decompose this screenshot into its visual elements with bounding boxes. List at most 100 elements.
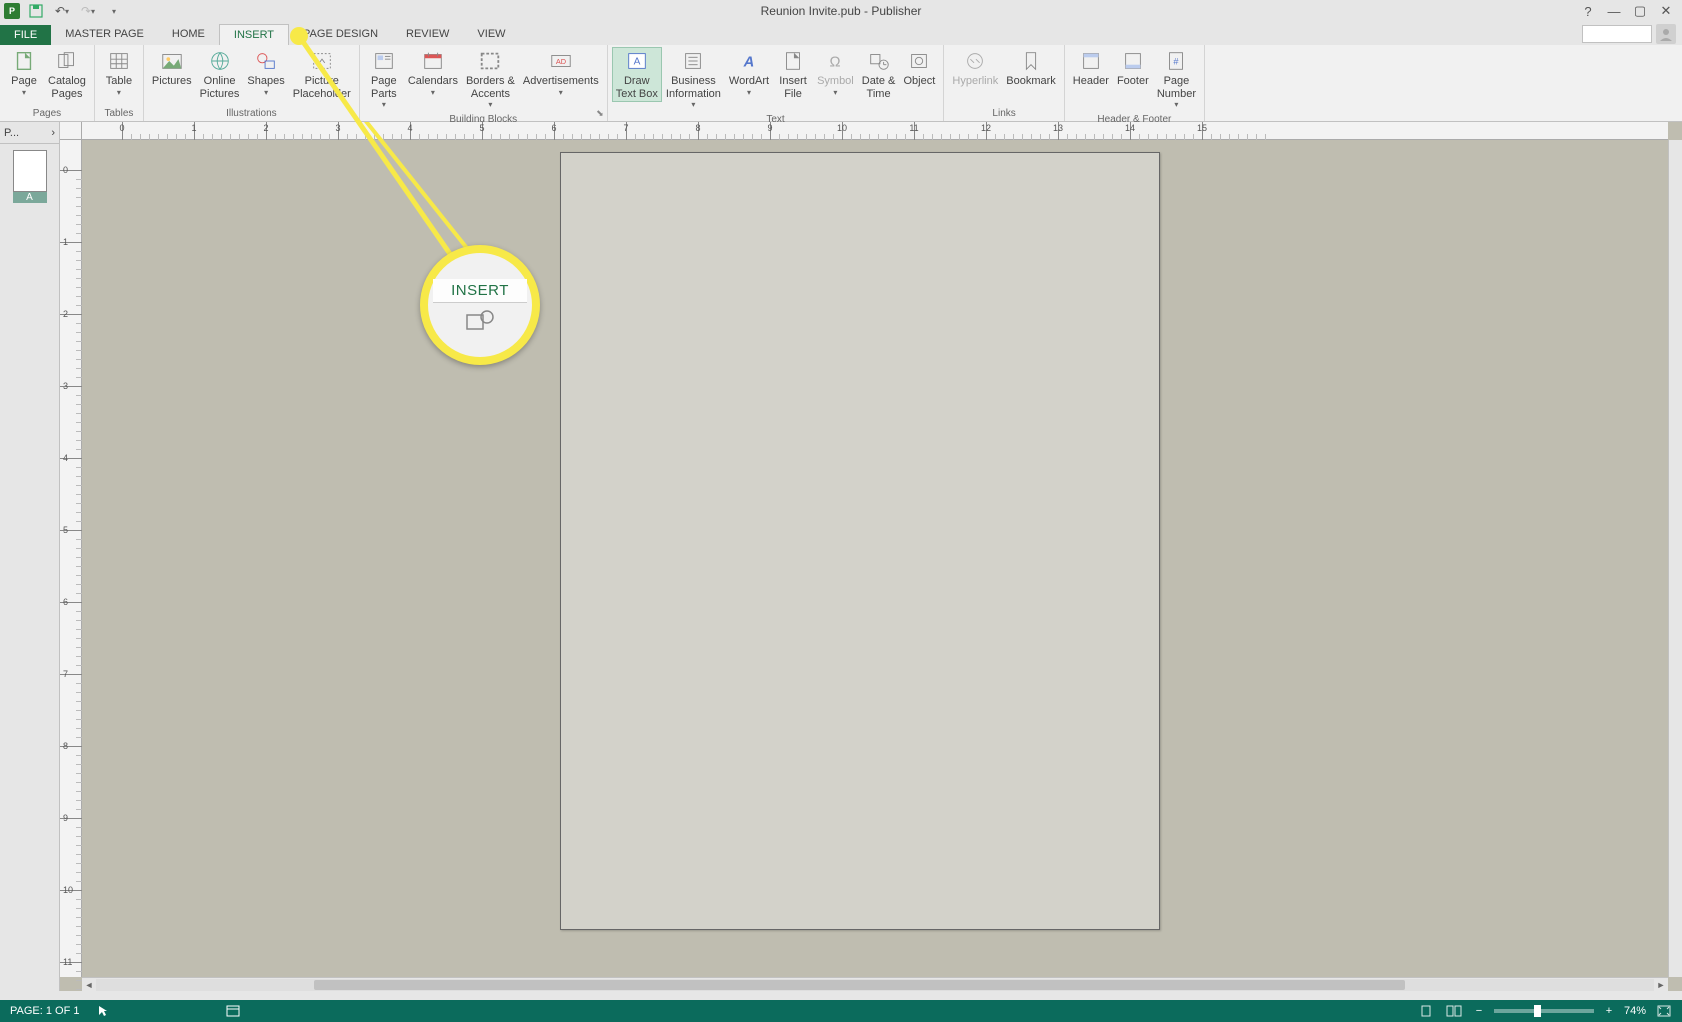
bookmark-icon [1019,49,1043,73]
insert-file-button[interactable]: InsertFile [773,47,813,102]
help-button[interactable]: ? [1576,2,1600,20]
qat-customize[interactable]: ▾ [104,2,124,20]
dropdown-icon: ▾ [833,88,837,97]
vertical-scrollbar[interactable] [1668,140,1682,977]
workspace: P... › A 0123456789101112131415 01234567… [0,122,1682,991]
symbol-button: ΩSymbol▾ [813,47,858,99]
tab-view[interactable]: VIEW [463,24,519,45]
page-button[interactable]: Page▾ [4,47,44,99]
shapes-icon [254,49,278,73]
header-button[interactable]: Header [1069,47,1113,90]
bookmark-button[interactable]: Bookmark [1002,47,1060,90]
draw-text-box-icon: A [625,49,649,73]
user-avatar-icon[interactable] [1656,24,1676,44]
annotation-dot [290,27,308,45]
pictures-icon [160,49,184,73]
tab-file[interactable]: FILE [0,25,51,45]
annotation-callout: INSERT [420,245,540,365]
page-navigation-pane: P... › A [0,122,60,991]
title-bar: P ↶▾ ↷▾ ▾ Reunion Invite.pub - Publisher… [0,0,1682,22]
zoom-out-button[interactable]: − [1472,1005,1486,1017]
annotation-label: INSERT [433,279,527,303]
zoom-in-button[interactable]: + [1602,1005,1616,1017]
pointer-mode-icon[interactable] [98,1005,108,1017]
svg-text:#: # [1174,57,1180,67]
wordart-icon: A [737,49,761,73]
online-pictures-button[interactable]: OnlinePictures [196,47,244,102]
minimize-button[interactable]: — [1602,2,1626,20]
borders-accents-icon [478,49,502,73]
dropdown-icon: ▾ [559,88,563,97]
restore-button[interactable]: ▢ [1628,2,1652,20]
hyperlink-button: Hyperlink [948,47,1002,90]
save-button[interactable] [26,2,46,20]
page-parts-icon [372,49,396,73]
advertisements-icon: AD [549,49,573,73]
horizontal-ruler[interactable]: 0123456789101112131415 [82,122,1668,140]
footer-icon [1121,49,1145,73]
signin-box[interactable] [1582,25,1652,43]
fit-page-icon[interactable] [1654,1003,1674,1019]
business-info-icon [681,49,705,73]
symbol-icon: Ω [823,49,847,73]
footer-button[interactable]: Footer [1113,47,1153,90]
pictures-button[interactable]: Pictures [148,47,196,90]
calendars-icon [421,49,445,73]
picture-placeholder-button[interactable]: PicturePlaceholder [289,47,355,102]
close-button[interactable]: ✕ [1654,2,1678,20]
dropdown-icon: ▾ [488,100,492,109]
business-info-button[interactable]: BusinessInformation▾ [662,47,725,111]
ruler-corner [60,122,82,140]
draw-text-box-button[interactable]: ADrawText Box [612,47,662,102]
insert-file-icon [781,49,805,73]
shapes-button[interactable]: Shapes▾ [243,47,288,99]
page-thumbnail[interactable]: A [0,144,59,209]
dropdown-icon: ▾ [1174,100,1178,109]
dropdown-icon: ▾ [691,100,695,109]
publisher-app-icon: P [4,3,20,19]
dropdown-icon: ▾ [382,100,386,109]
scroll-right-icon[interactable]: ► [1654,978,1668,992]
wordart-button[interactable]: AWordArt▾ [725,47,773,99]
advertisements-button[interactable]: ADAdvertisements▾ [519,47,603,99]
group-label: Illustrations [144,107,359,121]
picture-placeholder-icon [310,49,334,73]
catalog-pages-button[interactable]: CatalogPages [44,47,90,102]
ribbon-group-text: ADrawText BoxBusinessInformation▾AWordAr… [608,45,945,121]
date-time-button[interactable]: Date &Time [858,47,900,102]
dropdown-icon: ▾ [117,88,121,97]
ribbon: Page▾CatalogPagesPagesTable▾TablesPictur… [0,45,1682,122]
object-icon [907,49,931,73]
canvas-area[interactable]: 0123456789101112131415 01234567891011 ◄ … [60,122,1682,991]
page-number-button[interactable]: #PageNumber▾ [1153,47,1200,111]
svg-text:A: A [633,57,640,68]
vertical-ruler[interactable]: 01234567891011 [60,140,82,977]
tab-insert[interactable]: INSERT [219,24,289,45]
tab-master-page[interactable]: MASTER PAGE [51,24,158,45]
borders-accents-button[interactable]: Borders &Accents▾ [462,47,519,111]
view-two-page-icon[interactable] [1444,1003,1464,1019]
page-icon [12,49,36,73]
redo-button[interactable]: ↷▾ [78,2,98,20]
tab-home[interactable]: HOME [158,24,219,45]
page-parts-button[interactable]: PageParts▾ [364,47,404,111]
nav-expand-icon[interactable]: › [51,127,55,139]
page-indicator[interactable]: PAGE: 1 OF 1 [10,1005,80,1017]
zoom-percent[interactable]: 74% [1624,1005,1646,1017]
tab-review[interactable]: REVIEW [392,24,463,45]
scroll-left-icon[interactable]: ◄ [82,978,96,992]
dropdown-icon: ▾ [747,88,751,97]
object-button[interactable]: Object [899,47,939,90]
svg-text:A: A [743,55,755,71]
table-icon [107,49,131,73]
dialog-launcher-icon[interactable]: ⬊ [596,108,604,119]
view-single-page-icon[interactable] [1416,1003,1436,1019]
zoom-slider[interactable] [1494,1009,1594,1013]
page-thumbnail-label: A [13,192,47,203]
undo-button[interactable]: ↶▾ [52,2,72,20]
calendars-button[interactable]: Calendars▾ [404,47,462,99]
table-button[interactable]: Table▾ [99,47,139,99]
ribbon-tabs: FILE MASTER PAGEHOMEINSERTPAGE DESIGNREV… [0,22,1682,45]
publication-page[interactable] [560,152,1160,930]
horizontal-scrollbar[interactable]: ◄ ► [82,977,1668,991]
